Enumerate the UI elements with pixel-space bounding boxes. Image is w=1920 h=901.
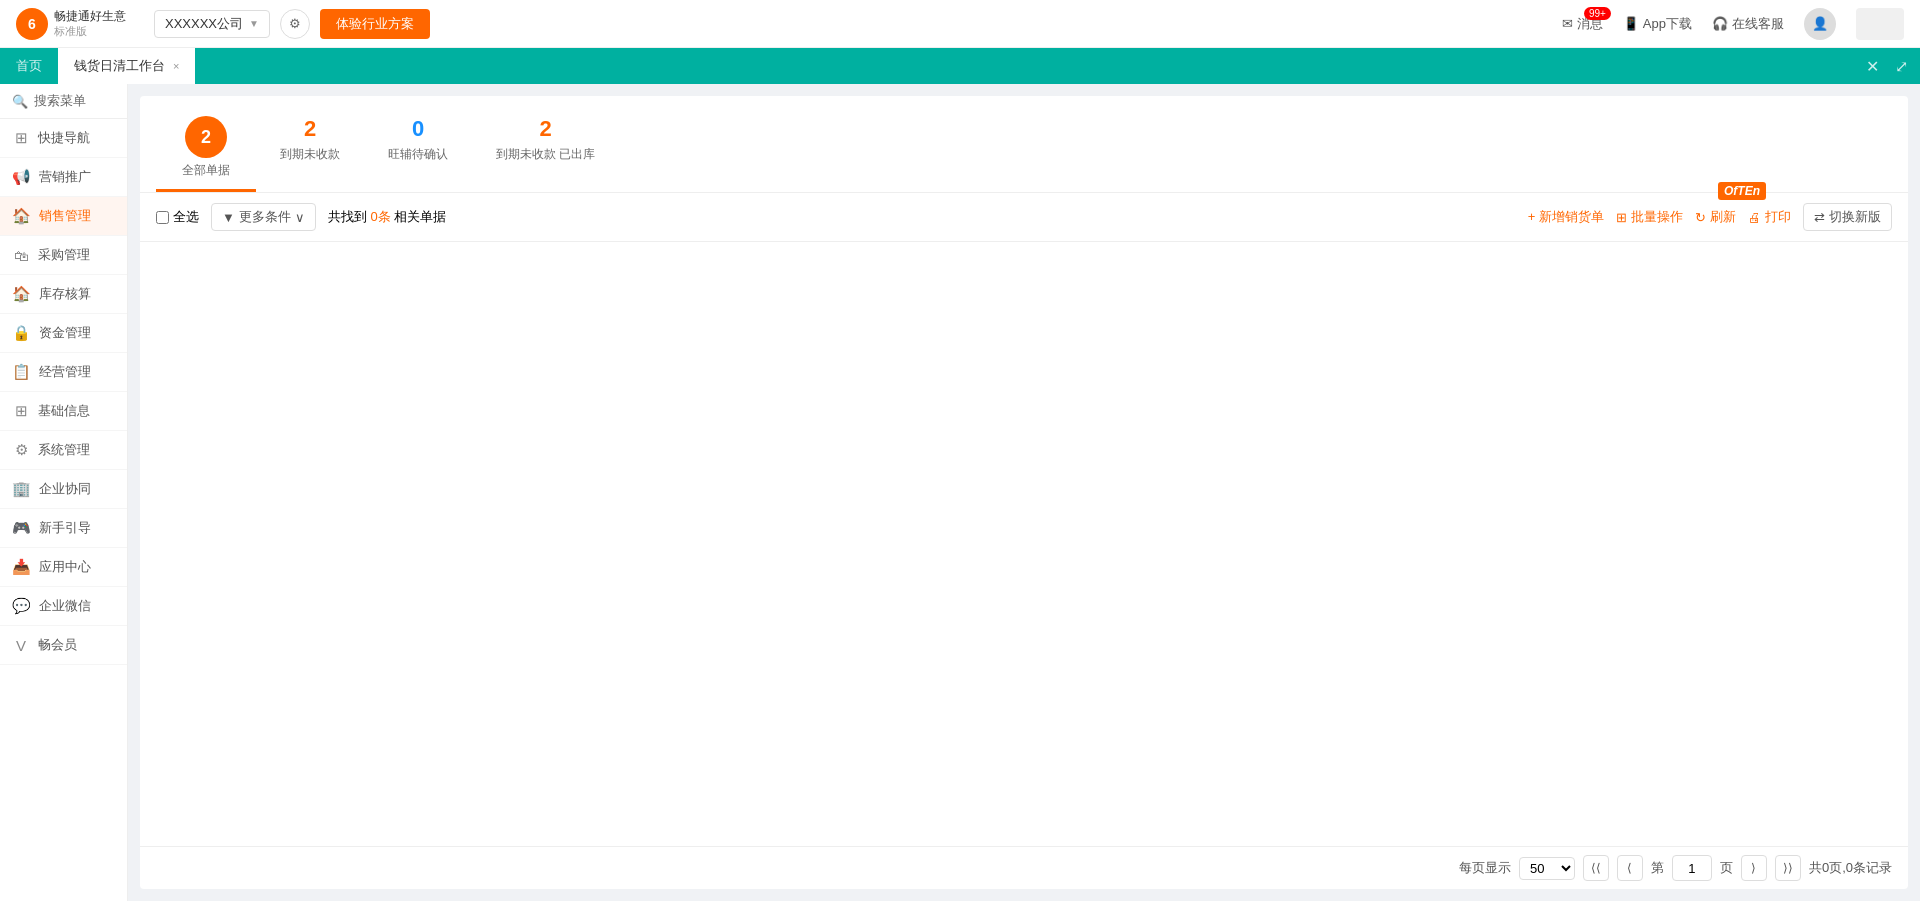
stat-tab-wangwang-pending[interactable]: 0旺辅待确认 xyxy=(364,108,472,192)
appstore-icon: 📥 xyxy=(12,558,31,576)
stats-tabs: 2全部单据2到期未收款0旺辅待确认2到期未收款 已出库 xyxy=(140,96,1908,193)
prev-page-button[interactable]: ⟨ xyxy=(1617,855,1643,881)
sidebar-item-marketing[interactable]: 📢营销推广 xyxy=(0,158,127,197)
logo-icon: 6 xyxy=(16,8,48,40)
print-icon: 🖨 xyxy=(1748,210,1761,225)
operation-icon: 📋 xyxy=(12,363,31,381)
stat-num: 2 xyxy=(540,116,552,142)
tab-home[interactable]: 首页 xyxy=(0,48,58,84)
stat-tab-overdue-unshipped[interactable]: 2到期未收款 已出库 xyxy=(472,108,619,192)
basic-icon: ⊞ xyxy=(12,402,30,420)
stat-num: 2 xyxy=(185,116,227,158)
sidebar-item-appstore[interactable]: 📥应用中心 xyxy=(0,548,127,587)
add-sales-order-button[interactable]: + 新增销货单 xyxy=(1528,208,1604,226)
main-content: 2全部单据2到期未收款0旺辅待确认2到期未收款 已出库 全选 ▼ 更多条件 ∨ … xyxy=(128,84,1920,901)
sidebar-item-operation[interactable]: 📋经营管理 xyxy=(0,353,127,392)
stat-tab-overdue-unpaid[interactable]: 2到期未收款 xyxy=(256,108,364,192)
logo-area: 6 畅捷通好生意 标准版 xyxy=(16,8,144,40)
page-number-input[interactable] xyxy=(1672,855,1712,881)
headset-icon: 🎧 xyxy=(1712,16,1728,31)
toolbar-right: + 新增销货单 ⊞ 批量操作 ↻ 刷新 🖨 打印 ⇄ 切换新版 xyxy=(1528,203,1892,231)
close-window-button[interactable]: ✕ xyxy=(1862,53,1883,80)
sidebar-item-member[interactable]: V畅会员 xyxy=(0,626,127,665)
sidebar-item-quick-nav[interactable]: ⊞快捷导航 xyxy=(0,119,127,158)
first-page-button[interactable]: ⟨⟨ xyxy=(1583,855,1609,881)
select-all-checkbox[interactable]: 全选 xyxy=(156,208,199,226)
header-left: 6 畅捷通好生意 标准版 XXXXXX公司 ▼ ⚙ 体验行业方案 xyxy=(16,8,430,40)
switch-icon: ⇄ xyxy=(1814,210,1825,225)
user-name[interactable] xyxy=(1856,8,1904,40)
message-badge: 99+ xyxy=(1584,7,1611,20)
sidebar-item-inventory[interactable]: 🏠库存核算 xyxy=(0,275,127,314)
maximize-window-button[interactable]: ⤢ xyxy=(1891,53,1912,80)
stat-num: 0 xyxy=(412,116,424,142)
sidebar-item-coop[interactable]: 🏢企业协同 xyxy=(0,470,127,509)
chevron-down-icon: ▼ xyxy=(249,18,259,29)
message-icon: ✉ xyxy=(1562,16,1573,31)
settings-icon[interactable]: ⚙ xyxy=(280,9,310,39)
inventory-icon: 🏠 xyxy=(12,285,31,303)
stat-tab-all[interactable]: 2全部单据 xyxy=(156,108,256,192)
message-action[interactable]: ✉ 消息 99+ xyxy=(1562,15,1603,33)
batch-icon: ⊞ xyxy=(1616,210,1627,225)
purchase-icon: 🛍 xyxy=(12,247,30,264)
top-header: 6 畅捷通好生意 标准版 XXXXXX公司 ▼ ⚙ 体验行业方案 ✉ 消息 99… xyxy=(0,0,1920,48)
nav-tabs: 首页 钱货日清工作台 × ✕ ⤢ xyxy=(0,48,1920,84)
online-service-action[interactable]: 🎧 在线客服 xyxy=(1712,15,1784,33)
header-right: ✉ 消息 99+ 📱 App下载 🎧 在线客服 👤 xyxy=(1562,8,1904,40)
logo-text: 畅捷通好生意 标准版 xyxy=(54,9,126,39)
stat-num: 2 xyxy=(304,116,316,142)
sidebar-search[interactable]: 🔍 搜索菜单 xyxy=(0,84,127,119)
content-inner: 2全部单据2到期未收款0旺辅待确认2到期未收款 已出库 全选 ▼ 更多条件 ∨ … xyxy=(140,96,1908,889)
next-page-button[interactable]: ⟩ xyxy=(1741,855,1767,881)
avatar[interactable]: 👤 xyxy=(1804,8,1836,40)
switch-version-button[interactable]: ⇄ 切换新版 xyxy=(1803,203,1892,231)
quick-nav-icon: ⊞ xyxy=(12,129,30,147)
toolbar: 全选 ▼ 更多条件 ∨ 共找到 0条 相关单据 + 新增销货单 ⊞ 批量操作 ↻ xyxy=(140,193,1908,242)
often-badge: OfTEn xyxy=(1718,182,1766,200)
refresh-button[interactable]: ↻ 刷新 xyxy=(1695,208,1736,226)
newbie-icon: 🎮 xyxy=(12,519,31,537)
app-download-action[interactable]: 📱 App下载 xyxy=(1623,15,1692,33)
wechat-icon: 💬 xyxy=(12,597,31,615)
sidebar-item-wechat[interactable]: 💬企业微信 xyxy=(0,587,127,626)
filter-icon: ▼ xyxy=(222,210,235,225)
batch-operation-button[interactable]: ⊞ 批量操作 xyxy=(1616,208,1683,226)
sidebar-item-sales[interactable]: 🏠销售管理 xyxy=(0,197,127,236)
table-area xyxy=(140,242,1908,846)
nav-tab-actions: ✕ ⤢ xyxy=(1862,53,1920,80)
last-page-button[interactable]: ⟩⟩ xyxy=(1775,855,1801,881)
system-icon: ⚙ xyxy=(12,441,30,459)
sidebar-item-purchase[interactable]: 🛍采购管理 xyxy=(0,236,127,275)
select-all-input[interactable] xyxy=(156,211,169,224)
download-icon: 📱 xyxy=(1623,16,1639,31)
per-page-select[interactable]: 50 10 20 100 xyxy=(1519,857,1575,880)
pagination: 每页显示 50 10 20 100 ⟨⟨ ⟨ 第 页 ⟩ ⟩⟩ 共0页,0条记录 xyxy=(140,846,1908,889)
trial-button[interactable]: 体验行业方案 xyxy=(320,9,430,39)
search-icon: 🔍 xyxy=(12,94,28,109)
finance-icon: 🔒 xyxy=(12,324,31,342)
chevron-icon: ∨ xyxy=(295,210,305,225)
sidebar-item-newbie[interactable]: 🎮新手引导 xyxy=(0,509,127,548)
sidebar-item-finance[interactable]: 🔒资金管理 xyxy=(0,314,127,353)
sidebar: 🔍 搜索菜单 ⊞快捷导航📢营销推广🏠销售管理🛍采购管理🏠库存核算🔒资金管理📋经营… xyxy=(0,84,128,901)
sidebar-item-system[interactable]: ⚙系统管理 xyxy=(0,431,127,470)
company-selector[interactable]: XXXXXX公司 ▼ xyxy=(154,10,270,38)
print-button[interactable]: 🖨 打印 xyxy=(1748,208,1791,226)
marketing-icon: 📢 xyxy=(12,168,31,186)
filter-button[interactable]: ▼ 更多条件 ∨ xyxy=(211,203,316,231)
member-icon: V xyxy=(12,637,30,654)
tab-daily-work[interactable]: 钱货日清工作台 × xyxy=(58,48,195,84)
refresh-icon: ↻ xyxy=(1695,210,1706,225)
coop-icon: 🏢 xyxy=(12,480,31,498)
total-label: 共0页,0条记录 xyxy=(1809,859,1892,877)
sales-icon: 🏠 xyxy=(12,207,31,225)
sidebar-item-basic[interactable]: ⊞基础信息 xyxy=(0,392,127,431)
close-tab-icon[interactable]: × xyxy=(173,60,179,72)
found-text: 共找到 0条 相关单据 xyxy=(328,208,446,226)
